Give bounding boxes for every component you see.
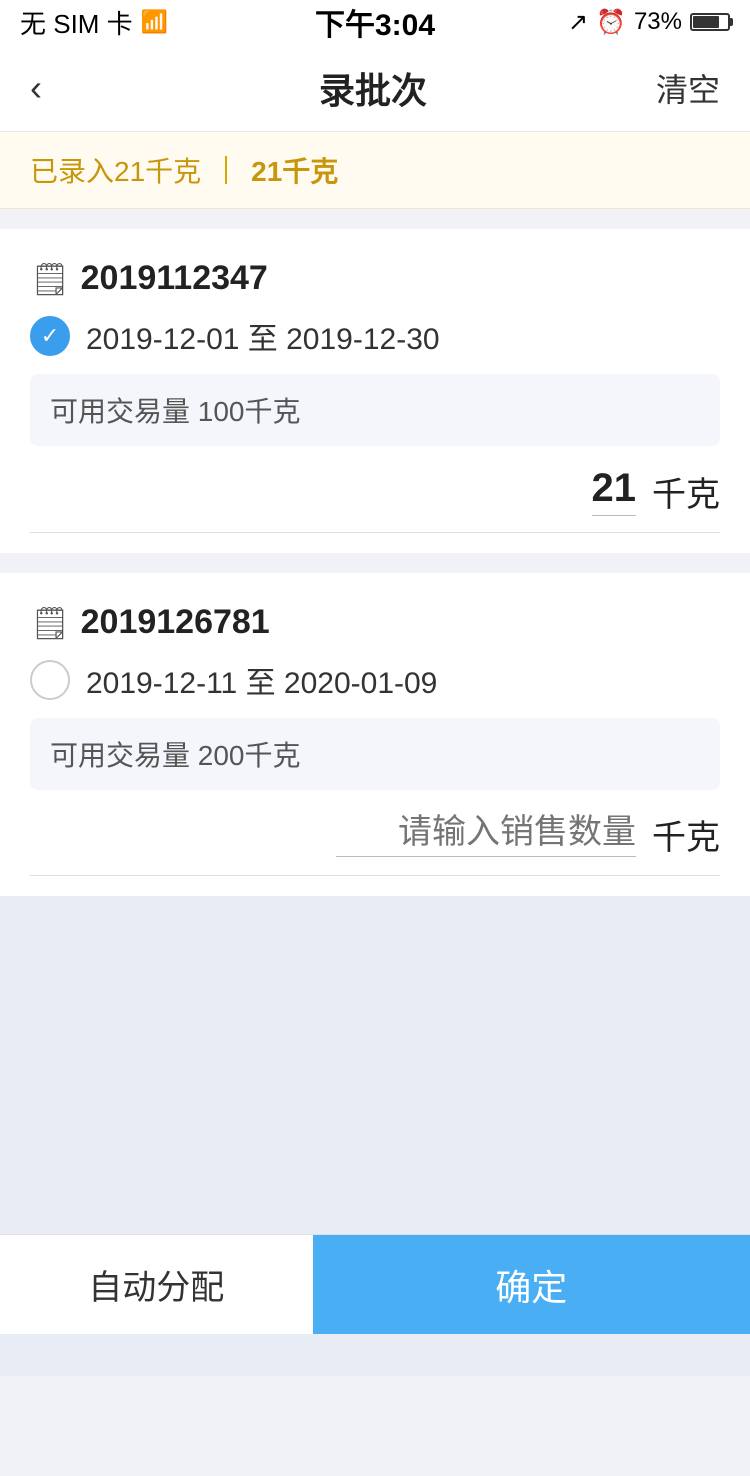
confirm-button[interactable]: 确定 xyxy=(313,1235,750,1334)
batch2-input-row: 千克 xyxy=(0,790,750,859)
status-right: ↗ ⏰ 73% xyxy=(568,8,730,37)
batch1-avail: 可用交易量 100千克 xyxy=(50,396,301,427)
recorded-label: 已录入21千克 xyxy=(30,150,201,190)
batch2-date: 2019-12-11 至 2020-01-09 xyxy=(86,658,437,702)
battery-percentage: 73% xyxy=(634,8,682,36)
bottom-bar: 自动分配 确定 xyxy=(0,1234,750,1334)
auto-distribute-button[interactable]: 自动分配 xyxy=(0,1235,313,1334)
batch2-divider xyxy=(30,875,720,876)
alarm-icon: ⏰ xyxy=(596,8,626,37)
sim-label: 无 SIM 卡 xyxy=(20,4,133,41)
page-title: 录批次 xyxy=(319,62,427,114)
status-bar: 无 SIM 卡 📶 下午3:04 ↗ ⏰ 73% xyxy=(0,0,750,44)
nav-bar: ‹ 录批次 清空 xyxy=(0,44,750,132)
batch2-input-unit: 千克 xyxy=(652,810,720,859)
batch1-no: 2019112347 xyxy=(81,259,268,298)
info-banner: 已录入21千克 21千克 xyxy=(0,132,750,209)
doc-icon-2: 🗒 xyxy=(30,604,71,642)
info-divider xyxy=(225,156,227,184)
back-button[interactable]: ‹ xyxy=(30,67,90,109)
batch1-qty-section: 21 千克 xyxy=(0,446,750,553)
recorded-value: 21千克 xyxy=(251,150,338,190)
batch2-input-section: 千克 xyxy=(0,790,750,896)
batch1-qty-row: 21 千克 xyxy=(0,446,750,516)
batch1-radio[interactable]: ✓ xyxy=(30,316,70,356)
batch1-divider xyxy=(30,532,720,533)
batch2-no: 2019126781 xyxy=(81,603,270,642)
batch2-radio[interactable] xyxy=(30,660,70,700)
batch2-date-row[interactable]: 2019-12-11 至 2020-01-09 xyxy=(30,658,720,702)
battery-icon xyxy=(690,13,730,31)
batch2-avail: 可用交易量 200千克 xyxy=(50,740,301,771)
batch1-qty-unit: 千克 xyxy=(652,467,720,516)
wifi-icon: 📶 xyxy=(141,9,168,35)
batch2-header: 🗒 2019126781 xyxy=(30,603,720,642)
batch1-card: 🗒 2019112347 ✓ 2019-12-01 至 2019-12-30 可… xyxy=(0,229,750,446)
doc-icon-1: 🗒 xyxy=(30,260,71,298)
check-icon-1: ✓ xyxy=(41,323,59,349)
batch1-avail-box: 可用交易量 100千克 xyxy=(30,374,720,446)
clear-button[interactable]: 清空 xyxy=(656,65,720,111)
batch1-header: 🗒 2019112347 xyxy=(30,259,720,298)
batch1-date: 2019-12-01 至 2019-12-30 xyxy=(86,314,440,358)
status-left: 无 SIM 卡 📶 xyxy=(20,4,168,41)
batch2-card: 🗒 2019126781 2019-12-11 至 2020-01-09 可用交… xyxy=(0,573,750,790)
location-icon: ↗ xyxy=(568,8,588,37)
batch2-qty-input[interactable] xyxy=(336,813,636,857)
batch1-qty-value: 21 xyxy=(592,466,637,516)
batch1-date-row[interactable]: ✓ 2019-12-01 至 2019-12-30 xyxy=(30,314,720,358)
batch2-avail-box: 可用交易量 200千克 xyxy=(30,718,720,790)
status-time: 下午3:04 xyxy=(315,0,435,44)
